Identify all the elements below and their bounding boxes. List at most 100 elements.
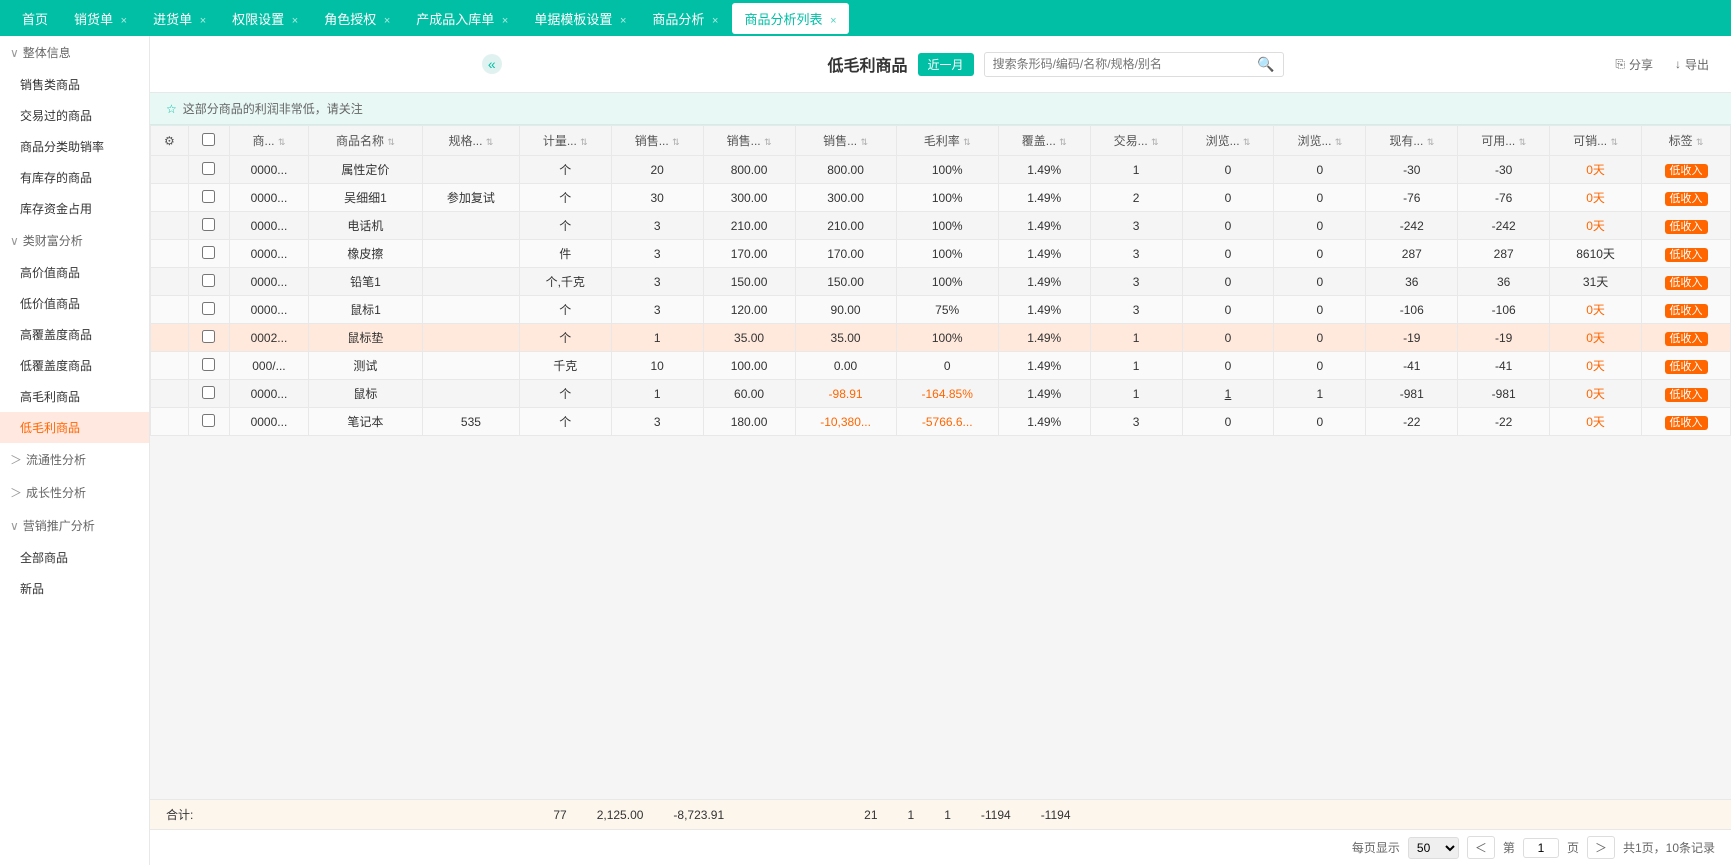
row-tag: 低收入 <box>1642 296 1731 324</box>
col-tag[interactable]: 标签 ⇅ <box>1642 126 1731 156</box>
row-checkbox-cell[interactable] <box>188 408 229 436</box>
row-unit: 个 <box>519 184 611 212</box>
row-code: 0000... <box>229 184 308 212</box>
row-checkbox[interactable] <box>202 414 215 427</box>
sidebar-group-title-value[interactable]: ∨ 类财富分析 <box>0 224 149 257</box>
row-checkbox[interactable] <box>202 218 215 231</box>
col-current-stock[interactable]: 现有... ⇅ <box>1366 126 1458 156</box>
row-name: 鼠标垫 <box>308 324 422 352</box>
sidebar-item-low-margin[interactable]: 低毛利商品 <box>0 412 149 443</box>
col-checkbox[interactable] <box>188 126 229 156</box>
row-transaction: 3 <box>1090 408 1182 436</box>
row-checkbox-cell[interactable] <box>188 212 229 240</box>
row-checkbox[interactable] <box>202 162 215 175</box>
row-checkbox[interactable] <box>202 246 215 259</box>
table-row: 0000... 橡皮擦 件 3 170.00 170.00 100% 1.49%… <box>151 240 1731 268</box>
row-checkbox[interactable] <box>202 330 215 343</box>
sidebar-group-title-marketing[interactable]: ∨ 营销推广分析 <box>0 509 149 542</box>
col-available-stock[interactable]: 可用... ⇅ <box>1458 126 1550 156</box>
row-checkbox-cell[interactable] <box>188 156 229 184</box>
row-spec <box>422 296 519 324</box>
table-area[interactable]: ⚙ 商... ⇅ 商品名称 ⇅ 规格... ⇅ 计量... ⇅ 销售... ⇅ … <box>150 125 1731 799</box>
col-unit[interactable]: 计量... ⇅ <box>519 126 611 156</box>
export-button[interactable]: ↓ 导出 <box>1669 53 1715 76</box>
row-checkbox-cell[interactable] <box>188 352 229 380</box>
row-available-stock: 287 <box>1458 240 1550 268</box>
nav-item-template[interactable]: 单据模板设置 × <box>522 3 638 34</box>
col-browse2[interactable]: 浏览... ⇅ <box>1274 126 1366 156</box>
row-coverage: 1.49% <box>998 408 1090 436</box>
nav-item-goods-analysis[interactable]: 商品分析 × <box>640 3 730 34</box>
row-available-stock: 36 <box>1458 268 1550 296</box>
sidebar-item-traded-goods[interactable]: 交易过的商品 <box>0 100 149 131</box>
row-saleable-days: 0天 <box>1550 324 1642 352</box>
nav-item-goods-list[interactable]: 商品分析列表 × <box>732 3 848 34</box>
row-checkbox[interactable] <box>202 386 215 399</box>
sidebar-item-high-value[interactable]: 高价值商品 <box>0 257 149 288</box>
search-input[interactable] <box>993 57 1258 71</box>
row-tag: 低收入 <box>1642 184 1731 212</box>
col-sales-price[interactable]: 销售... ⇅ <box>703 126 795 156</box>
row-checkbox[interactable] <box>202 358 215 371</box>
nav-item-permission[interactable]: 权限设置 × <box>220 3 310 34</box>
collapse-sidebar-btn[interactable]: « <box>482 54 502 74</box>
sidebar-item-stock-goods[interactable]: 有库存的商品 <box>0 162 149 193</box>
page-label: 页 <box>1567 839 1579 856</box>
col-spec[interactable]: 规格... ⇅ <box>422 126 519 156</box>
col-coverage[interactable]: 覆盖... ⇅ <box>998 126 1090 156</box>
row-browse2: 0 <box>1274 184 1366 212</box>
sidebar-group-title-overall[interactable]: ∨ 整体信息 <box>0 36 149 69</box>
nav-item-purchase[interactable]: 进货单 × <box>141 3 218 34</box>
sidebar-item-capital[interactable]: 库存资金占用 <box>0 193 149 224</box>
col-code[interactable]: 商... ⇅ <box>229 126 308 156</box>
sidebar-item-all-goods[interactable]: 全部商品 <box>0 542 149 573</box>
browse-link[interactable]: 1 <box>1225 387 1232 401</box>
col-browse1[interactable]: 浏览... ⇅ <box>1182 126 1274 156</box>
row-checkbox-cell[interactable] <box>188 296 229 324</box>
footer-available-stock: -1194 <box>1041 808 1071 822</box>
prev-page-btn[interactable]: ＜ <box>1467 836 1495 859</box>
nav-item-home[interactable]: 首页 <box>10 3 60 34</box>
sidebar-item-new-goods[interactable]: 新品 <box>0 573 149 604</box>
sidebar-item-high-margin[interactable]: 高毛利商品 <box>0 381 149 412</box>
sidebar-item-sales-goods[interactable]: 销售类商品 <box>0 69 149 100</box>
row-checkbox-cell[interactable] <box>188 380 229 408</box>
page-size-select[interactable]: 50 10 20 100 <box>1408 837 1459 859</box>
share-button[interactable]: ⎘ 分享 <box>1609 53 1659 76</box>
period-button[interactable]: 近一月 <box>918 53 974 76</box>
row-checkbox-cell[interactable] <box>188 268 229 296</box>
nav-item-sales[interactable]: 销货单 × <box>62 3 139 34</box>
row-tag: 低收入 <box>1642 156 1731 184</box>
row-unit: 件 <box>519 240 611 268</box>
row-gross-margin: 100% <box>896 212 998 240</box>
row-checkbox[interactable] <box>202 302 215 315</box>
row-checkbox[interactable] <box>202 190 215 203</box>
select-all-checkbox[interactable] <box>202 133 215 146</box>
row-settings <box>151 296 189 324</box>
col-saleable-days[interactable]: 可销... ⇅ <box>1550 126 1642 156</box>
row-checkbox-cell[interactable] <box>188 324 229 352</box>
sidebar-item-low-value[interactable]: 低价值商品 <box>0 288 149 319</box>
row-saleable-days: 0天 <box>1550 408 1642 436</box>
row-name: 属性定价 <box>308 156 422 184</box>
row-checkbox-cell[interactable] <box>188 184 229 212</box>
nav-item-role[interactable]: 角色授权 × <box>312 3 402 34</box>
sidebar-item-category-rate[interactable]: 商品分类助销率 <box>0 131 149 162</box>
page-number-input[interactable] <box>1523 838 1559 858</box>
col-sales-profit[interactable]: 销售... ⇅ <box>795 126 896 156</box>
col-settings[interactable]: ⚙ <box>151 126 189 156</box>
row-browse2: 0 <box>1274 324 1366 352</box>
sidebar-group-title-liquidity[interactable]: ＞ 流通性分析 <box>0 443 149 476</box>
next-page-btn[interactable]: ＞ <box>1587 836 1615 859</box>
col-transaction[interactable]: 交易... ⇅ <box>1090 126 1182 156</box>
sidebar-group-title-growth[interactable]: ＞ 成长性分析 <box>0 476 149 509</box>
col-gross-margin[interactable]: 毛利率 ⇅ <box>896 126 998 156</box>
col-name[interactable]: 商品名称 ⇅ <box>308 126 422 156</box>
nav-item-product-in[interactable]: 产成品入库单 × <box>404 3 520 34</box>
sidebar-item-low-coverage[interactable]: 低覆盖度商品 <box>0 350 149 381</box>
search-icon[interactable]: 🔍 <box>1257 56 1274 73</box>
col-sales-qty[interactable]: 销售... ⇅ <box>611 126 703 156</box>
row-checkbox[interactable] <box>202 274 215 287</box>
row-checkbox-cell[interactable] <box>188 240 229 268</box>
sidebar-item-high-coverage[interactable]: 高覆盖度商品 <box>0 319 149 350</box>
